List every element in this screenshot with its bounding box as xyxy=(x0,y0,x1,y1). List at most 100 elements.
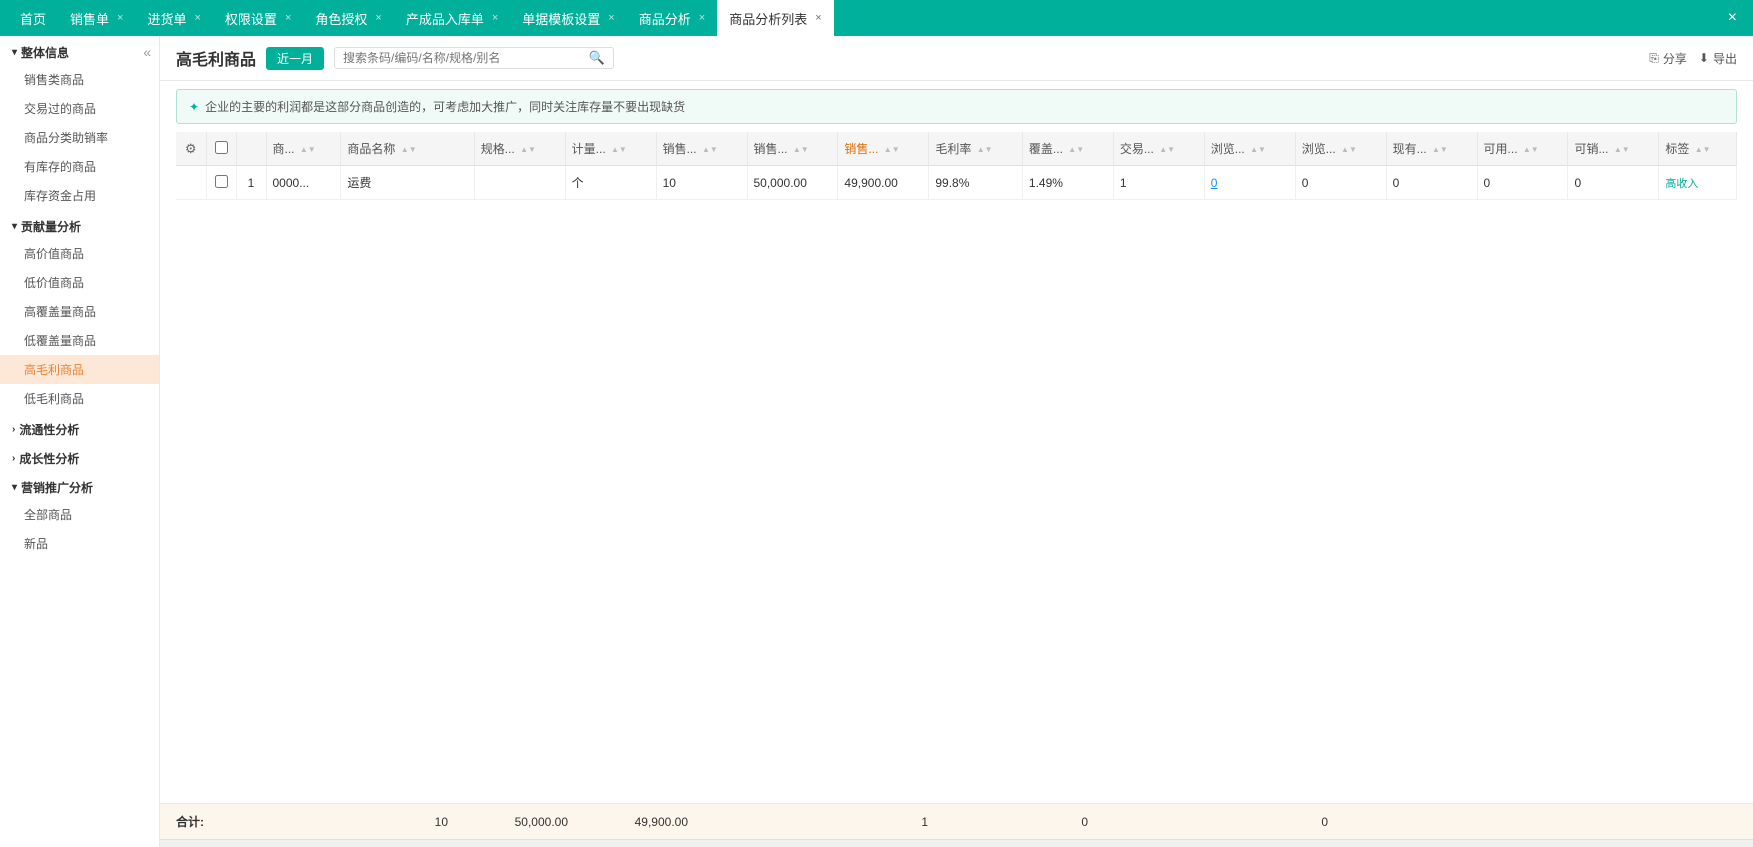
sidebar-group-overall-info[interactable]: ▾ 整体信息 xyxy=(0,36,159,65)
col-code[interactable]: 商... ▲▼ xyxy=(266,132,341,166)
settings-icon[interactable]: ⚙ xyxy=(185,141,197,156)
col-settings[interactable]: ⚙ xyxy=(176,132,206,166)
sort-icon-browse2[interactable]: ▲▼ xyxy=(1341,146,1357,154)
sidebar-item-high-value[interactable]: 高价值商品 xyxy=(0,239,159,268)
footer-values: 10 50,000.00 49,900.00 1 0 0 xyxy=(264,815,1344,829)
arrow-icon-3: › xyxy=(12,424,15,435)
sidebar: « ▾ 整体信息 销售类商品 交易过的商品 商品分类助销率 有库存的商品 库存资… xyxy=(0,36,160,847)
share-icon: ⎘ xyxy=(1649,51,1659,66)
close-product-inbound[interactable]: × xyxy=(492,12,498,24)
close-template-settings[interactable]: × xyxy=(608,12,614,24)
sort-icon-code[interactable]: ▲▼ xyxy=(300,146,316,154)
close-product-analysis-list[interactable]: × xyxy=(815,12,821,24)
col-sellable[interactable]: 可销... ▲▼ xyxy=(1568,132,1659,166)
col-tag[interactable]: 标签 ▲▼ xyxy=(1659,132,1737,166)
data-table: ⚙ 商... ▲▼ 商品名称 ▲▼ xyxy=(176,132,1737,200)
close-product-analysis[interactable]: × xyxy=(699,12,705,24)
nav-role-auth[interactable]: 角色授权 × xyxy=(303,0,393,36)
col-name[interactable]: 商品名称 ▲▼ xyxy=(341,132,474,166)
sort-icon-sellable[interactable]: ▲▼ xyxy=(1614,146,1630,154)
sidebar-item-low-margin[interactable]: 低毛利商品 xyxy=(0,384,159,413)
nav-sales-order[interactable]: 销售单 × xyxy=(58,0,135,36)
col-browse1[interactable]: 浏览... ▲▼ xyxy=(1204,132,1295,166)
nav-home[interactable]: 首页 xyxy=(8,0,58,36)
col-available[interactable]: 可用... ▲▼ xyxy=(1477,132,1568,166)
sort-icon-tag[interactable]: ▲▼ xyxy=(1695,146,1711,154)
arrow-icon-5: ▾ xyxy=(12,482,17,493)
close-role-auth[interactable]: × xyxy=(375,12,381,24)
nav-product-analysis-list[interactable]: 商品分析列表 × xyxy=(717,0,833,36)
col-spec[interactable]: 规格... ▲▼ xyxy=(474,132,565,166)
sort-icon-spec[interactable]: ▲▼ xyxy=(520,146,536,154)
select-all-checkbox[interactable] xyxy=(215,141,228,154)
sort-icon-sales-amount[interactable]: ▲▼ xyxy=(793,146,809,154)
sort-icon-available[interactable]: ▲▼ xyxy=(1523,146,1539,154)
nav-permission-settings[interactable]: 权限设置 × xyxy=(213,0,303,36)
sidebar-item-low-value[interactable]: 低价值商品 xyxy=(0,268,159,297)
notice-text: 企业的主要的利润都是这部分商品创造的，可考虑加大推广，同时关注库存量不要出现缺货 xyxy=(205,98,685,115)
col-browse2[interactable]: 浏览... ▲▼ xyxy=(1295,132,1386,166)
sort-icon-gross-rate[interactable]: ▲▼ xyxy=(977,146,993,154)
sort-icon-browse1[interactable]: ▲▼ xyxy=(1250,146,1266,154)
footer-browse2: 0 xyxy=(1024,815,1104,829)
period-button-month[interactable]: 近一月 xyxy=(266,47,324,70)
window-close-button[interactable]: × xyxy=(1720,9,1745,27)
nav-template-settings[interactable]: 单据模板设置 × xyxy=(510,0,626,36)
sidebar-collapse-button[interactable]: « xyxy=(143,44,151,60)
col-sales-amount[interactable]: 销售... ▲▼ xyxy=(747,132,838,166)
col-trade[interactable]: 交易... ▲▼ xyxy=(1113,132,1204,166)
browse1-link[interactable]: 0 xyxy=(1211,176,1218,190)
arrow-icon: ▾ xyxy=(12,47,17,58)
sidebar-item-category-sales-rate[interactable]: 商品分类助销率 xyxy=(0,123,159,152)
sidebar-item-high-coverage[interactable]: 高覆盖量商品 xyxy=(0,297,159,326)
sidebar-group-marketing[interactable]: ▾ 营销推广分析 xyxy=(0,471,159,500)
main-layout: « ▾ 整体信息 销售类商品 交易过的商品 商品分类助销率 有库存的商品 库存资… xyxy=(0,36,1753,847)
search-icon[interactable]: 🔍 xyxy=(589,50,605,66)
arrow-icon-2: ▾ xyxy=(12,221,17,232)
table-wrapper[interactable]: ⚙ 商... ▲▼ 商品名称 ▲▼ xyxy=(160,132,1753,803)
sort-icon-name[interactable]: ▲▼ xyxy=(401,146,417,154)
search-input[interactable] xyxy=(343,51,585,65)
close-sales-order[interactable]: × xyxy=(117,12,123,24)
row-checkbox[interactable] xyxy=(206,166,236,200)
sidebar-item-new-products[interactable]: 新品 xyxy=(0,529,159,558)
sort-icon-current-stock[interactable]: ▲▼ xyxy=(1432,146,1448,154)
col-checkbox[interactable] xyxy=(206,132,236,166)
close-permission-settings[interactable]: × xyxy=(285,12,291,24)
sort-icon-sales-profit[interactable]: ▲▼ xyxy=(884,146,900,154)
col-coverage[interactable]: 覆盖... ▲▼ xyxy=(1022,132,1113,166)
sort-icon-unit[interactable]: ▲▼ xyxy=(611,146,627,154)
sidebar-item-sales-goods[interactable]: 销售类商品 xyxy=(0,65,159,94)
row-trade: 1 xyxy=(1113,166,1204,200)
sidebar-item-low-coverage[interactable]: 低覆盖量商品 xyxy=(0,326,159,355)
nav-product-inbound[interactable]: 产成品入库单 × xyxy=(394,0,510,36)
footer-empty5 xyxy=(1184,815,1264,829)
sort-icon-trade[interactable]: ▲▼ xyxy=(1159,146,1175,154)
sidebar-item-stock-capital[interactable]: 库存资金占用 xyxy=(0,181,159,210)
row-select-checkbox[interactable] xyxy=(215,175,228,188)
footer-sales-amount: 50,000.00 xyxy=(464,815,584,829)
nav-product-analysis[interactable]: 商品分析 × xyxy=(627,0,717,36)
close-purchase-order[interactable]: × xyxy=(194,12,200,24)
sidebar-item-high-margin[interactable]: 高毛利商品 xyxy=(0,355,159,384)
export-button[interactable]: ⬇ 导出 xyxy=(1699,50,1737,67)
sidebar-item-traded-goods[interactable]: 交易过的商品 xyxy=(0,94,159,123)
sort-icon-coverage[interactable]: ▲▼ xyxy=(1068,146,1084,154)
sidebar-group-contribution[interactable]: ▾ 贡献量分析 xyxy=(0,210,159,239)
nav-purchase-order[interactable]: 进货单 × xyxy=(135,0,212,36)
row-browse1[interactable]: 0 xyxy=(1204,166,1295,200)
sidebar-group-growth[interactable]: › 成长性分析 xyxy=(0,442,159,471)
col-unit[interactable]: 计量... ▲▼ xyxy=(565,132,656,166)
sort-icon-sales-qty[interactable]: ▲▼ xyxy=(702,146,718,154)
col-sales-qty[interactable]: 销售... ▲▼ xyxy=(656,132,747,166)
sidebar-item-all-goods[interactable]: 全部商品 xyxy=(0,500,159,529)
col-current-stock[interactable]: 现有... ▲▼ xyxy=(1386,132,1477,166)
bottom-scrollbar[interactable] xyxy=(160,839,1753,847)
table-body: 1 0000... 运费 个 10 50,000.00 49,900.00 99… xyxy=(176,166,1737,200)
col-gross-rate[interactable]: 毛利率 ▲▼ xyxy=(929,132,1023,166)
sidebar-item-stocked-goods[interactable]: 有库存的商品 xyxy=(0,152,159,181)
share-button[interactable]: ⎘ 分享 xyxy=(1649,50,1687,67)
col-sales-profit[interactable]: 销售... ▲▼ xyxy=(838,132,929,166)
sidebar-group-liquidity[interactable]: › 流通性分析 xyxy=(0,413,159,442)
notice-icon: ✦ xyxy=(189,100,199,114)
